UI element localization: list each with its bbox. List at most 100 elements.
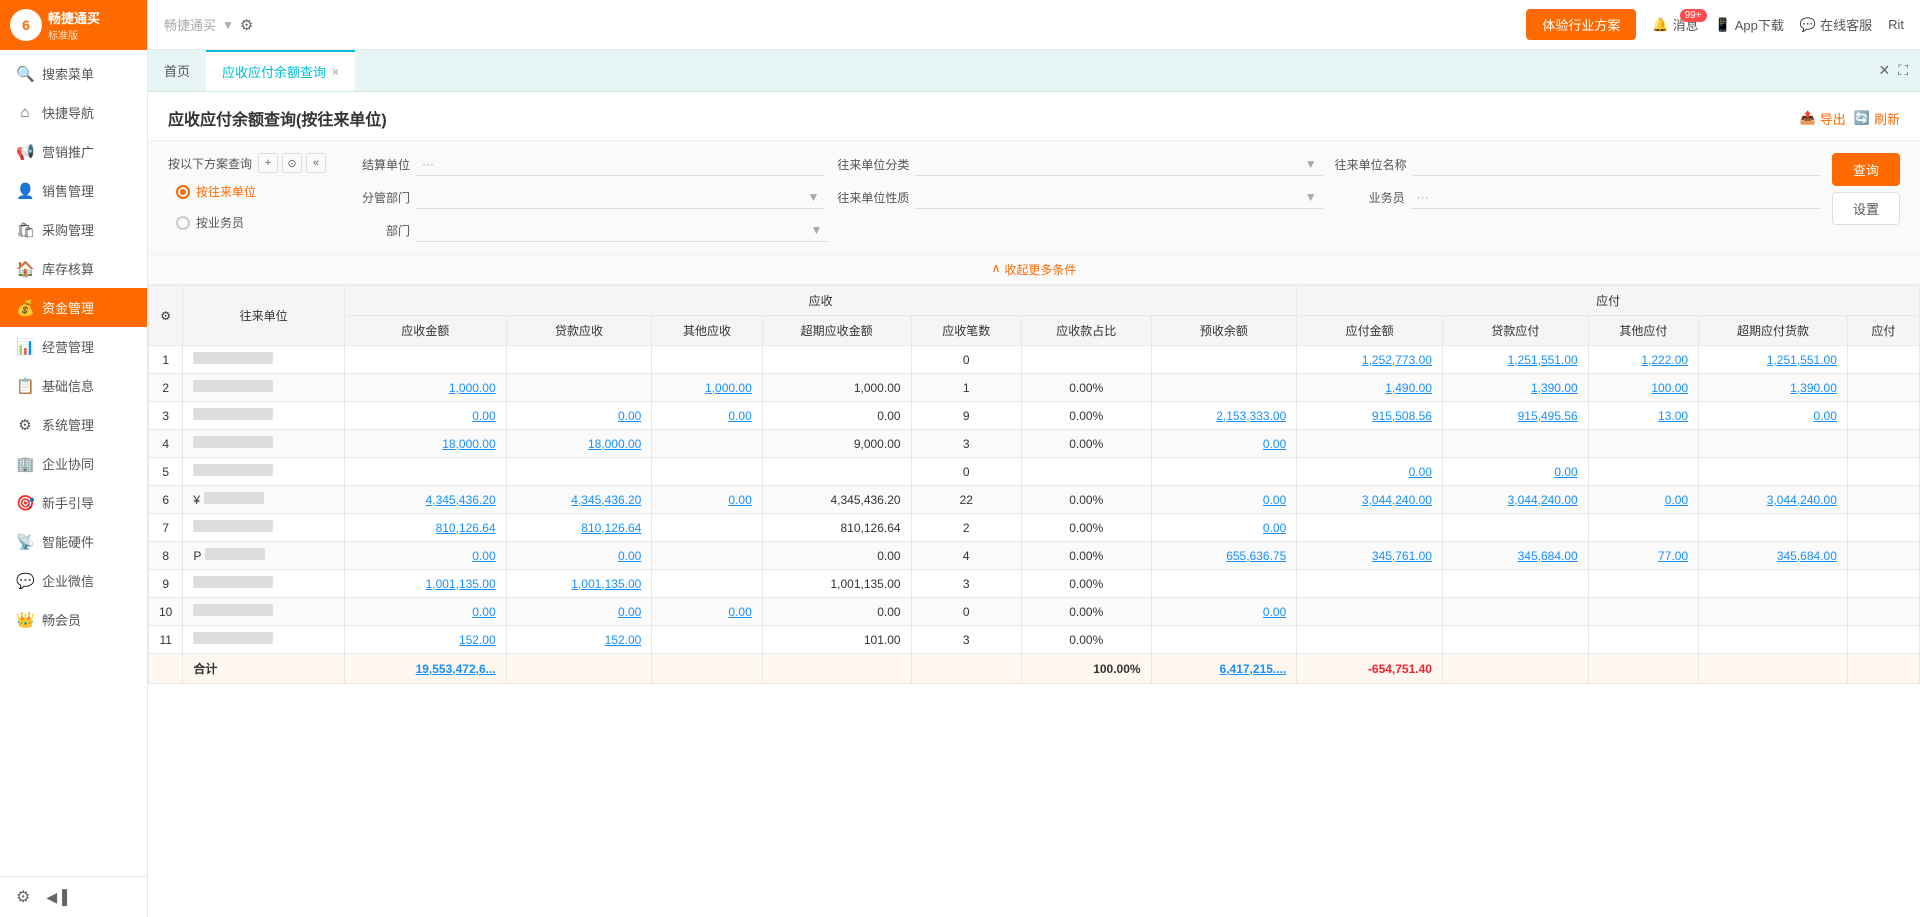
table-cell[interactable] — [1699, 626, 1848, 654]
user-profile[interactable]: Rit — [1888, 17, 1904, 32]
table-cell[interactable]: 0.00 — [344, 402, 506, 430]
table-settings-icon[interactable]: ⚙ — [149, 286, 183, 346]
table-cell[interactable] — [1151, 626, 1297, 654]
table-cell[interactable]: 0.00 — [1297, 458, 1443, 486]
table-cell[interactable]: 0.00 — [652, 402, 762, 430]
footer-recv-prepay[interactable]: 6,417,215.... — [1151, 654, 1297, 684]
sidebar-item-quick-nav[interactable]: ⌂ 快捷导航 — [0, 93, 147, 132]
table-cell[interactable] — [1442, 570, 1588, 598]
table-cell[interactable]: 1,001,135.00 — [506, 570, 652, 598]
table-cell[interactable] — [1588, 570, 1698, 598]
sidebar-item-system[interactable]: ⚙ 系统管理 — [0, 405, 147, 444]
division-select[interactable]: ▼ — [416, 186, 825, 209]
sidebar-item-enterprise-wechat[interactable]: 💬 企业微信 — [0, 561, 147, 600]
scheme-option-partner[interactable]: 按往来单位 — [168, 179, 328, 204]
table-cell[interactable]: 18,000.00 — [344, 430, 506, 458]
table-cell[interactable]: 0.00 — [506, 598, 652, 626]
table-cell[interactable] — [652, 430, 762, 458]
table-cell[interactable]: 0.00 — [1442, 458, 1588, 486]
table-cell[interactable]: 0.00 — [1588, 486, 1698, 514]
table-cell[interactable] — [1442, 626, 1588, 654]
table-cell[interactable]: 152.00 — [506, 626, 652, 654]
table-cell[interactable] — [506, 346, 652, 374]
table-cell[interactable]: 4,345,436.20 — [344, 486, 506, 514]
table-cell[interactable] — [506, 458, 652, 486]
department-select[interactable]: ▼ — [416, 219, 828, 242]
table-cell[interactable] — [1588, 458, 1698, 486]
table-cell[interactable] — [1588, 430, 1698, 458]
table-cell[interactable]: 655,636.75 — [1151, 542, 1297, 570]
partner-name-input[interactable] — [1413, 153, 1820, 176]
table-cell[interactable] — [1699, 430, 1848, 458]
tab-close-icon[interactable]: × — [332, 65, 339, 79]
table-cell[interactable] — [652, 542, 762, 570]
sidebar-item-enterprise[interactable]: 🏢 企业协同 — [0, 444, 147, 483]
table-cell[interactable]: 1,252,773.00 — [1297, 346, 1443, 374]
partner-nature-select[interactable]: ▼ — [915, 186, 1322, 209]
table-cell[interactable] — [1151, 346, 1297, 374]
table-cell[interactable] — [1297, 514, 1443, 542]
table-cell[interactable]: 2,153,333.00 — [1151, 402, 1297, 430]
table-cell[interactable]: 0.00 — [1699, 402, 1848, 430]
table-cell[interactable] — [1151, 458, 1297, 486]
topbar-gear-icon[interactable]: ⚙ — [240, 16, 253, 34]
tab-ar-ap-query[interactable]: 应收应付余额查询 × — [206, 50, 355, 91]
sidebar-item-operations[interactable]: 📊 经营管理 — [0, 327, 147, 366]
table-cell[interactable] — [1588, 514, 1698, 542]
table-cell[interactable]: 0.00 — [344, 598, 506, 626]
footer-recv-amount[interactable]: 19,553,472,6... — [344, 654, 506, 684]
table-cell[interactable]: 345,761.00 — [1297, 542, 1443, 570]
table-cell[interactable]: 0.00 — [1151, 514, 1297, 542]
table-cell[interactable]: 3,044,240.00 — [1297, 486, 1443, 514]
table-cell[interactable] — [1588, 626, 1698, 654]
query-button[interactable]: 查询 — [1832, 153, 1900, 186]
table-cell[interactable]: 100.00 — [1588, 374, 1698, 402]
table-cell[interactable] — [652, 514, 762, 542]
table-cell[interactable]: 0.00 — [506, 542, 652, 570]
table-cell[interactable]: 1,251,551.00 — [1442, 346, 1588, 374]
table-cell[interactable]: 13.00 — [1588, 402, 1698, 430]
scheme-settings-btn[interactable]: ⊙ — [282, 153, 302, 173]
notification-item[interactable]: 🔔 消息 99+ — [1652, 15, 1698, 34]
settings-bottom-icon[interactable]: ⚙ — [16, 887, 30, 907]
sidebar-item-smart-hw[interactable]: 📡 智能硬件 — [0, 522, 147, 561]
table-cell[interactable]: 810,126.64 — [506, 514, 652, 542]
table-cell[interactable] — [1151, 374, 1297, 402]
table-cell[interactable]: 0.00 — [1151, 598, 1297, 626]
collapse-bar[interactable]: ∧ 收起更多条件 — [148, 255, 1920, 285]
sidebar-item-marketing[interactable]: 📢 营销推广 — [0, 132, 147, 171]
scheme-add-btn[interactable]: + — [258, 153, 278, 173]
setting-button[interactable]: 设置 — [1832, 192, 1900, 225]
table-cell[interactable]: 3,044,240.00 — [1442, 486, 1588, 514]
sidebar-item-guide[interactable]: 🎯 新手引导 — [0, 483, 147, 522]
table-cell[interactable] — [1442, 598, 1588, 626]
table-cell[interactable]: 1,000.00 — [652, 374, 762, 402]
table-cell[interactable] — [1442, 514, 1588, 542]
table-cell[interactable] — [652, 570, 762, 598]
salesperson-input[interactable]: ··· — [1411, 186, 1820, 209]
table-cell[interactable] — [344, 346, 506, 374]
promo-button[interactable]: 体验行业方案 — [1526, 9, 1636, 40]
table-cell[interactable] — [1297, 430, 1443, 458]
table-cell[interactable]: 1,390.00 — [1442, 374, 1588, 402]
app-download-item[interactable]: 📱 App下载 — [1715, 15, 1784, 34]
table-cell[interactable]: 345,684.00 — [1699, 542, 1848, 570]
table-cell[interactable]: 152.00 — [344, 626, 506, 654]
table-cell[interactable]: 18,000.00 — [506, 430, 652, 458]
table-cell[interactable] — [1699, 458, 1848, 486]
table-cell[interactable]: 77.00 — [1588, 542, 1698, 570]
table-cell[interactable]: 1,390.00 — [1699, 374, 1848, 402]
sidebar-item-funds[interactable]: 💰 资金管理 — [0, 288, 147, 327]
topbar-dropdown-icon[interactable]: ▼ — [222, 18, 234, 32]
table-cell[interactable] — [1588, 598, 1698, 626]
table-cell[interactable]: 810,126.64 — [344, 514, 506, 542]
tab-close-all-icon[interactable]: ✕ — [1878, 62, 1890, 79]
sidebar-item-basic-info[interactable]: 📋 基础信息 — [0, 366, 147, 405]
table-cell[interactable] — [1297, 598, 1443, 626]
table-cell[interactable]: 345,684.00 — [1442, 542, 1588, 570]
table-cell[interactable]: 0.00 — [652, 598, 762, 626]
settlement-unit-input[interactable]: ··· — [416, 153, 825, 176]
table-cell[interactable] — [1699, 514, 1848, 542]
sidebar-item-sales[interactable]: 👤 销售管理 — [0, 171, 147, 210]
sidebar-item-members[interactable]: 👑 畅会员 — [0, 600, 147, 639]
